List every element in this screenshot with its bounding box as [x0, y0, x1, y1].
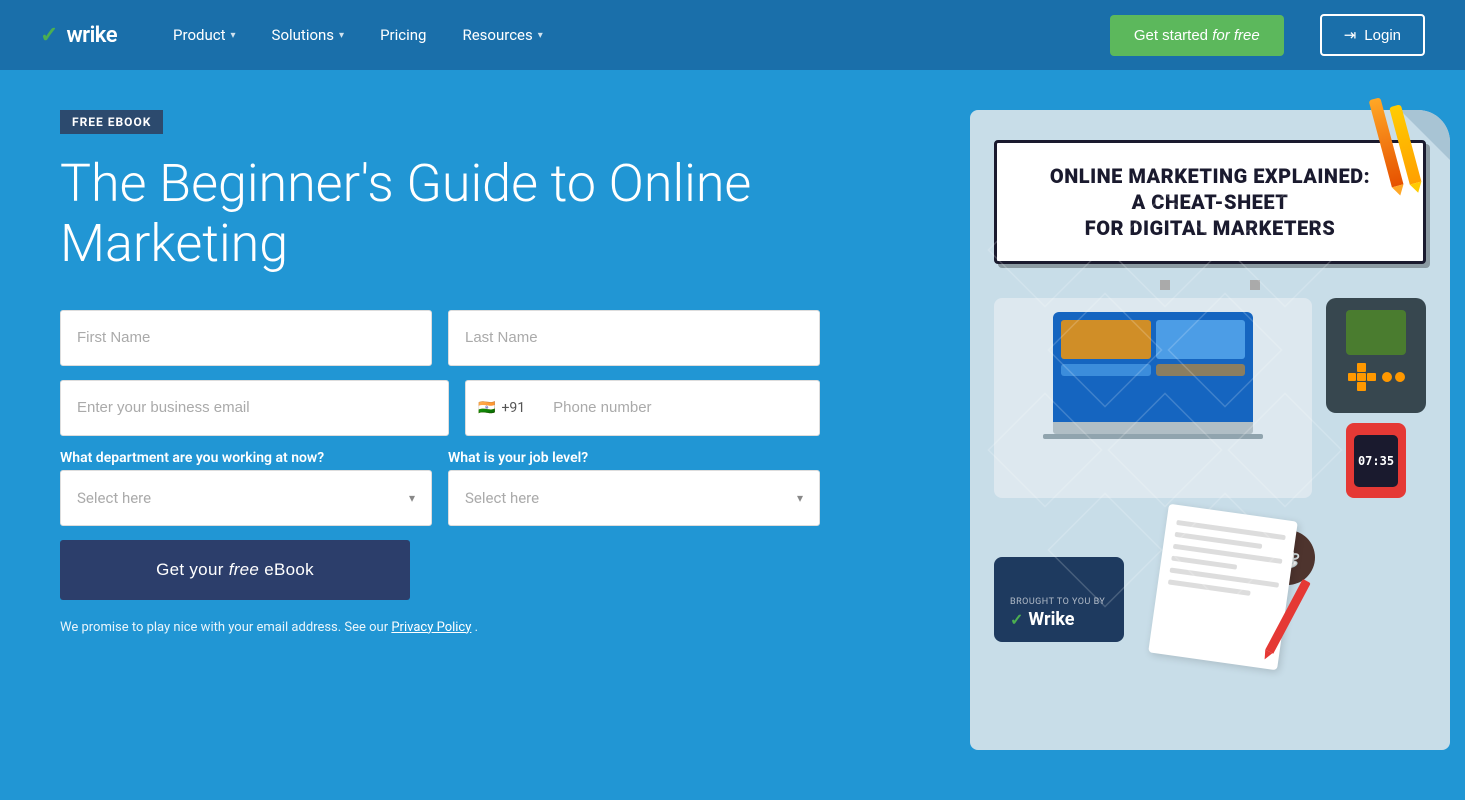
nav-item-resources[interactable]: Resources ▾: [462, 26, 542, 44]
wrike-brand-name: Wrike: [1028, 609, 1074, 630]
phone-country-selector[interactable]: 🇮🇳 +91: [465, 380, 537, 436]
phone-group: 🇮🇳 +91: [465, 380, 820, 436]
navbar: ✓ wrike Product ▾ Solutions ▾ Pricing Re…: [0, 0, 1465, 70]
button-b: [1395, 372, 1405, 382]
screen-block-bottom-left: [1061, 364, 1151, 376]
nav-item-pricing[interactable]: Pricing: [380, 26, 426, 44]
paper-document: [1148, 504, 1298, 671]
action-buttons: [1382, 372, 1405, 382]
chevron-down-icon: ▾: [339, 30, 344, 41]
job-level-label: What is your job level?: [448, 450, 820, 466]
pin-right: [1250, 280, 1260, 290]
nav-item-product[interactable]: Product ▾: [173, 26, 235, 44]
right-panel: Online Marketing Explained: A Cheat-Shee…: [970, 110, 1450, 760]
last-name-input[interactable]: [448, 310, 820, 366]
wrike-check-icon: ✓: [1010, 610, 1023, 629]
screen-block-bottom-right: [1156, 364, 1246, 376]
wrike-branding-block: Brought to you by ✓ Wrike: [994, 557, 1124, 642]
phone-number-input[interactable]: [537, 380, 820, 436]
dropdowns-row: What department are you working at now? …: [60, 450, 820, 526]
job-level-group: What is your job level? Select here ▾: [448, 450, 820, 526]
chevron-down-icon: ▾: [231, 30, 236, 41]
chevron-down-icon: ▾: [538, 30, 543, 41]
first-name-input[interactable]: [60, 310, 432, 366]
pin-left: [1160, 280, 1170, 290]
main-content: FREE EBOOK The Beginner's Guide to Onlin…: [0, 70, 1465, 800]
department-label: What department are you working at now?: [60, 450, 432, 466]
chevron-down-icon: ▾: [797, 491, 803, 505]
department-group: What department are you working at now? …: [60, 450, 432, 526]
laptop-base: [1053, 422, 1253, 434]
dpad: [1348, 363, 1376, 391]
laptop: [1053, 312, 1253, 439]
ebook-cover: Online Marketing Explained: A Cheat-Shee…: [970, 110, 1450, 750]
game-controls: [1348, 363, 1405, 391]
game-device: [1326, 298, 1426, 413]
country-flag: 🇮🇳: [478, 400, 495, 416]
page-headline: The Beginner's Guide to Online Marketing: [60, 154, 820, 274]
chevron-down-icon: ▾: [409, 491, 415, 505]
country-code: +91: [501, 400, 525, 416]
book-title: Online Marketing Explained: A Cheat-Shee…: [1015, 163, 1405, 241]
get-started-button[interactable]: Get started for free: [1110, 15, 1284, 56]
bottom-row: Brought to you by ✓ Wrike: [994, 512, 1426, 642]
screen-block-blue: [1156, 320, 1246, 359]
connector-pins: [994, 280, 1426, 290]
watch-face: 07:35: [1354, 435, 1398, 487]
logo-wordmark: wrike: [66, 23, 117, 48]
ebook-badge: FREE EBOOK: [60, 110, 163, 134]
submit-row: Get your free eBook: [60, 540, 820, 600]
privacy-policy-link[interactable]: Privacy Policy: [391, 620, 471, 635]
department-select[interactable]: Select here ▾: [60, 470, 432, 526]
laptop-illustration: [994, 298, 1312, 498]
email-phone-row: 🇮🇳 +91: [60, 380, 820, 436]
right-devices-col: 07:35: [1326, 298, 1426, 498]
button-a: [1382, 372, 1392, 382]
name-row: [60, 310, 820, 366]
pencil-tip: [1261, 650, 1272, 662]
smartwatch: 07:35: [1346, 423, 1406, 498]
nav-item-solutions[interactable]: Solutions ▾: [272, 26, 345, 44]
logo[interactable]: ✓ wrike: [40, 23, 117, 48]
devices-row: 07:35: [994, 298, 1426, 498]
logo-checkmark-icon: ✓: [40, 23, 58, 48]
laptop-foot: [1043, 434, 1263, 439]
doc-lines: [1168, 520, 1286, 600]
privacy-notice: We promise to play nice with your email …: [60, 620, 820, 635]
screen-block-orange: [1061, 320, 1151, 359]
doc-line-4: [1171, 556, 1237, 570]
submit-ebook-button[interactable]: Get your free eBook: [60, 540, 410, 600]
wrike-logo-in-book: ✓ Wrike: [1010, 609, 1108, 630]
job-level-select[interactable]: Select here ▾: [448, 470, 820, 526]
signup-form: 🇮🇳 +91 What department are you working a…: [60, 310, 820, 635]
login-icon: ⇥: [1344, 26, 1357, 44]
login-button[interactable]: ⇥ Login: [1320, 14, 1425, 56]
game-screen: [1346, 310, 1406, 355]
email-input[interactable]: [60, 380, 449, 436]
laptop-screen: [1053, 312, 1253, 422]
book-title-box: Online Marketing Explained: A Cheat-Shee…: [994, 140, 1426, 264]
left-panel: FREE EBOOK The Beginner's Guide to Onlin…: [60, 110, 930, 760]
brought-by-text: Brought to you by: [1010, 597, 1108, 607]
